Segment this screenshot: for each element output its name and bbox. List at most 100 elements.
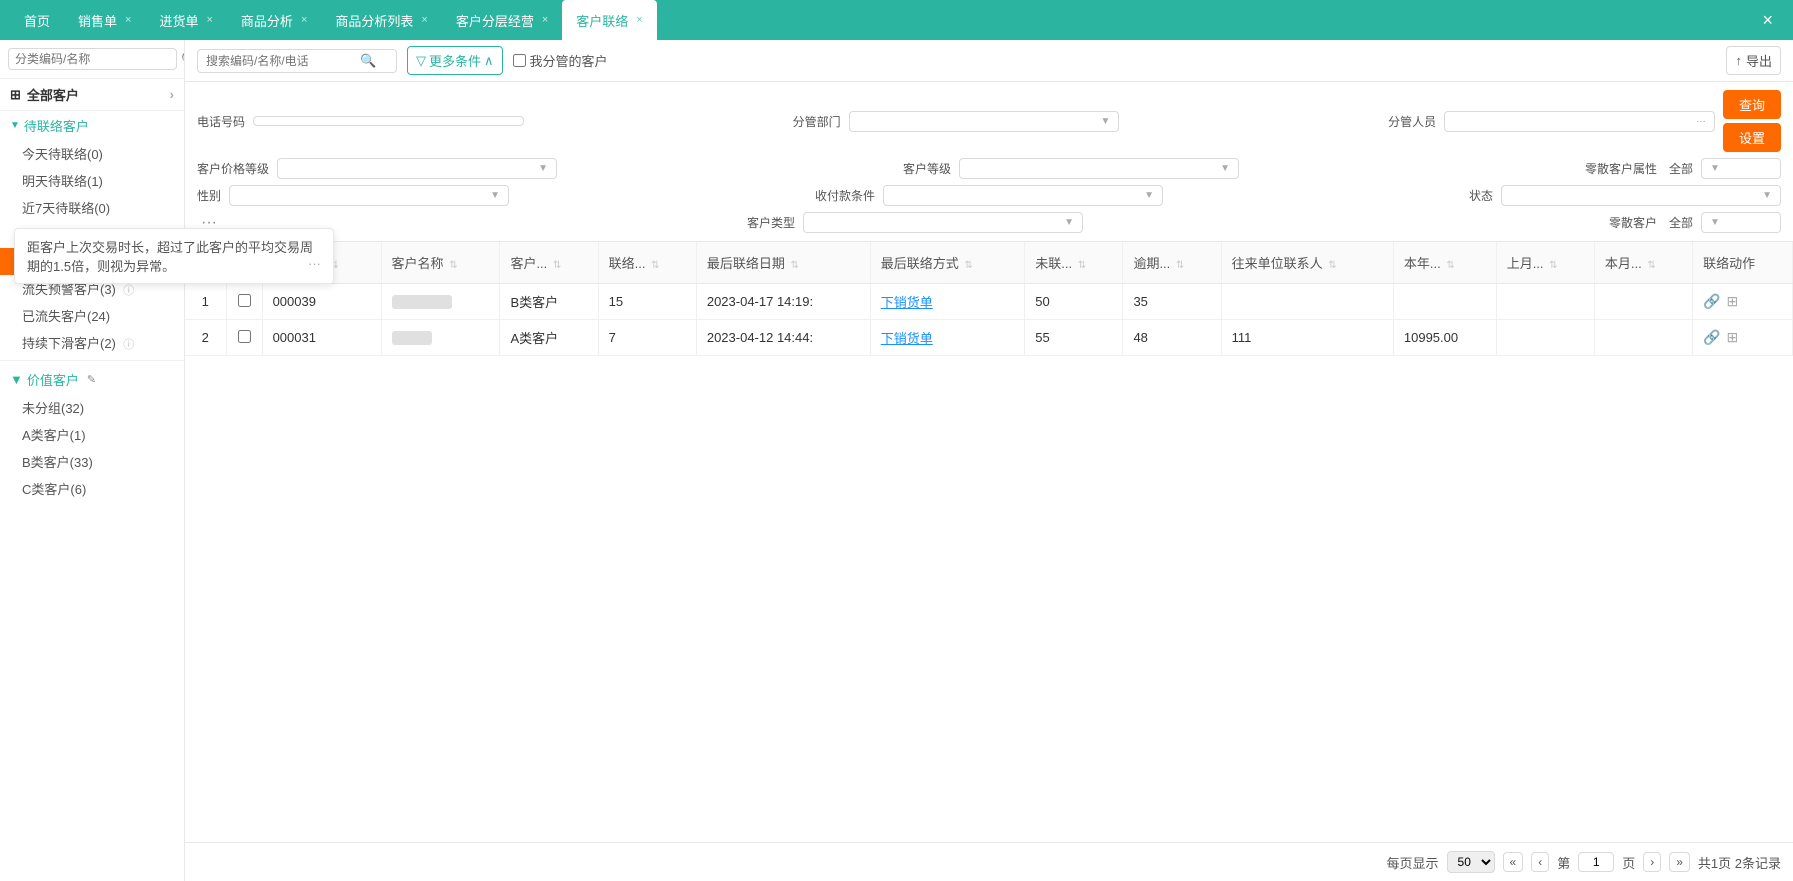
nav-close-sales[interactable]: ×: [125, 14, 131, 26]
nav-close-customer-contact[interactable]: ×: [636, 14, 642, 26]
th-last-contact-date-label: 最后联络日期: [707, 256, 785, 271]
row2-last-contact-method[interactable]: 下销货单: [881, 331, 933, 346]
row1-last-contact-date: 2023-04-17 14:19:: [707, 294, 813, 309]
sidebar-item-tomorrow[interactable]: 明天待联络(1): [0, 167, 184, 194]
td-num-2: 2: [185, 320, 226, 356]
row2-grid-icon[interactable]: ⊞: [1727, 329, 1739, 346]
tomorrow-label: 明天待联络(1): [22, 174, 103, 189]
row2-name-blurred: [392, 331, 432, 345]
last-page-button[interactable]: »: [1669, 852, 1690, 872]
phone-field[interactable]: [253, 116, 524, 126]
chevron-down-icon: ∧: [484, 53, 494, 69]
th-last-contact-date[interactable]: 最后联络日期 ⇅: [696, 242, 870, 284]
sidebar-pending-title[interactable]: ▼ 待联络客户: [0, 111, 184, 140]
nav-item-sales[interactable]: 销售单 ×: [64, 0, 145, 40]
info-icon-lost-prediction: ⓘ: [123, 285, 134, 297]
nav-item-customer-stratification[interactable]: 客户分层经营 ×: [442, 0, 562, 40]
nav-close-product-analysis[interactable]: ×: [301, 14, 307, 26]
row1-link-icon[interactable]: 🔗: [1703, 293, 1720, 310]
th-this-month[interactable]: 本月... ⇅: [1594, 242, 1692, 284]
th-unit-contact[interactable]: 往来单位联系人 ⇅: [1221, 242, 1393, 284]
nav-item-customer-contact[interactable]: 客户联络 ×: [562, 0, 656, 40]
price-level-select[interactable]: ▼: [277, 158, 557, 179]
nav-close-purchase[interactable]: ×: [206, 14, 212, 26]
adv-filter: 电话号码 分管部门 ▼ 分管人员 ··· 查询 设置: [185, 82, 1793, 242]
status-arrow: ▼: [1762, 190, 1772, 201]
row1-last-contact-method[interactable]: 下销货单: [881, 295, 933, 310]
dept-select[interactable]: ▼: [849, 111, 1120, 132]
row2-checkbox[interactable]: [238, 330, 251, 343]
th-this-year-label: 本年...: [1404, 256, 1441, 271]
th-last-month[interactable]: 上月... ⇅: [1496, 242, 1594, 284]
nav-close-customer-stratification[interactable]: ×: [542, 14, 548, 26]
td-checkbox-2: [226, 320, 262, 356]
more-conditions-button[interactable]: ▽ 更多条件 ∧: [407, 46, 503, 75]
my-customers-checkbox-label[interactable]: 我分管的客户: [513, 51, 608, 70]
my-customers-checkbox[interactable]: [513, 54, 526, 67]
settings-button[interactable]: 设置: [1723, 123, 1781, 152]
sidebar-item-class-a[interactable]: A类客户(1): [0, 421, 184, 448]
export-button[interactable]: ↑ 导出: [1726, 46, 1781, 75]
td-num-1: 1: [185, 284, 226, 320]
nav-label-sales: 销售单: [78, 11, 117, 30]
td-last-contact-date-2: 2023-04-12 14:44:: [696, 320, 870, 356]
nav-item-product-analysis-list[interactable]: 商品分析列表 ×: [321, 0, 441, 40]
pending-contact-label: 待联络客户: [24, 116, 89, 135]
sidebar-item-7days[interactable]: 近7天待联络(0): [0, 194, 184, 221]
th-category[interactable]: 客户... ⇅: [500, 242, 598, 284]
page-size-select[interactable]: 50: [1447, 851, 1495, 873]
customer-level-select[interactable]: ▼: [959, 158, 1239, 179]
th-overdue-label: 逾期...: [1133, 256, 1170, 271]
nav-label-product-analysis: 商品分析: [241, 11, 293, 30]
table-row: 2 000031 A类客户: [185, 320, 1793, 356]
td-checkbox-1: [226, 284, 262, 320]
nav-close-product-analysis-list[interactable]: ×: [421, 14, 427, 26]
filter-search-input[interactable]: [206, 54, 356, 68]
sidebar-item-class-b[interactable]: B类客户(33): [0, 448, 184, 475]
sidebar-value-customer-group[interactable]: ▼ 价值客户 ✎: [0, 365, 184, 394]
payment-select[interactable]: ▼: [883, 185, 1163, 206]
manager-select[interactable]: ···: [1444, 111, 1715, 132]
nav-item-purchase[interactable]: 进货单 ×: [145, 0, 226, 40]
customer-type-select[interactable]: ▼: [803, 212, 1083, 233]
sidebar-item-declining[interactable]: 持续下滑客户(2) ⓘ: [0, 329, 184, 356]
th-contact[interactable]: 联络... ⇅: [598, 242, 696, 284]
value-customer-edit-icon[interactable]: ✎: [87, 373, 96, 386]
retail-attr-select[interactable]: ▼: [1701, 158, 1781, 179]
7days-label: 近7天待联络(0): [22, 201, 110, 216]
nav-item-home[interactable]: 首页: [10, 0, 64, 40]
value-customer-triangle: ▼: [10, 372, 23, 387]
sidebar-item-class-c[interactable]: C类客户(6): [0, 475, 184, 502]
th-name[interactable]: 客户名称 ⇅: [381, 242, 500, 284]
th-overdue-sort-icon: ⇅: [1176, 260, 1184, 271]
th-uncontacted[interactable]: 未联... ⇅: [1025, 242, 1123, 284]
window-close-button[interactable]: ×: [1752, 10, 1783, 31]
row1-grid-icon[interactable]: ⊞: [1727, 293, 1739, 310]
next-page-button[interactable]: ›: [1643, 852, 1661, 872]
retail-customer-select[interactable]: ▼: [1701, 212, 1781, 233]
status-select[interactable]: ▼: [1501, 185, 1781, 206]
page-number-input[interactable]: [1578, 852, 1614, 872]
first-page-button[interactable]: «: [1503, 852, 1524, 872]
row1-checkbox[interactable]: [238, 294, 251, 307]
gender-select[interactable]: ▼: [229, 185, 509, 206]
filter-bar: 🔍 ▽ 更多条件 ∧ 我分管的客户 ↑ 导出: [185, 40, 1793, 82]
th-overdue[interactable]: 逾期... ⇅: [1123, 242, 1221, 284]
sidebar-collapse-icon[interactable]: ›: [170, 87, 174, 102]
sidebar-search-input[interactable]: [8, 48, 177, 70]
th-last-contact-method[interactable]: 最后联络方式 ⇅: [870, 242, 1024, 284]
sidebar-item-unclassified[interactable]: 未分组(32): [0, 394, 184, 421]
sidebar-all-customers-header: ⊞ 全部客户 ›: [0, 79, 184, 111]
td-code-2: 000031: [262, 320, 381, 356]
sidebar-item-lost[interactable]: 已流失客户(24): [0, 302, 184, 329]
query-button[interactable]: 查询: [1723, 90, 1781, 119]
sidebar-item-today[interactable]: 今天待联络(0): [0, 140, 184, 167]
th-last-contact-method-label: 最后联络方式: [881, 256, 959, 271]
customer-type-label: 客户类型: [747, 214, 795, 231]
row2-link-icon[interactable]: 🔗: [1703, 329, 1720, 346]
page-label: 第: [1557, 853, 1570, 872]
prev-page-button[interactable]: ‹: [1531, 852, 1549, 872]
th-this-year[interactable]: 本年... ⇅: [1393, 242, 1496, 284]
table-header-row: ⚙ 客户编码 ⇅ 客户名称 ⇅: [185, 242, 1793, 284]
nav-item-product-analysis[interactable]: 商品分析 ×: [227, 0, 321, 40]
